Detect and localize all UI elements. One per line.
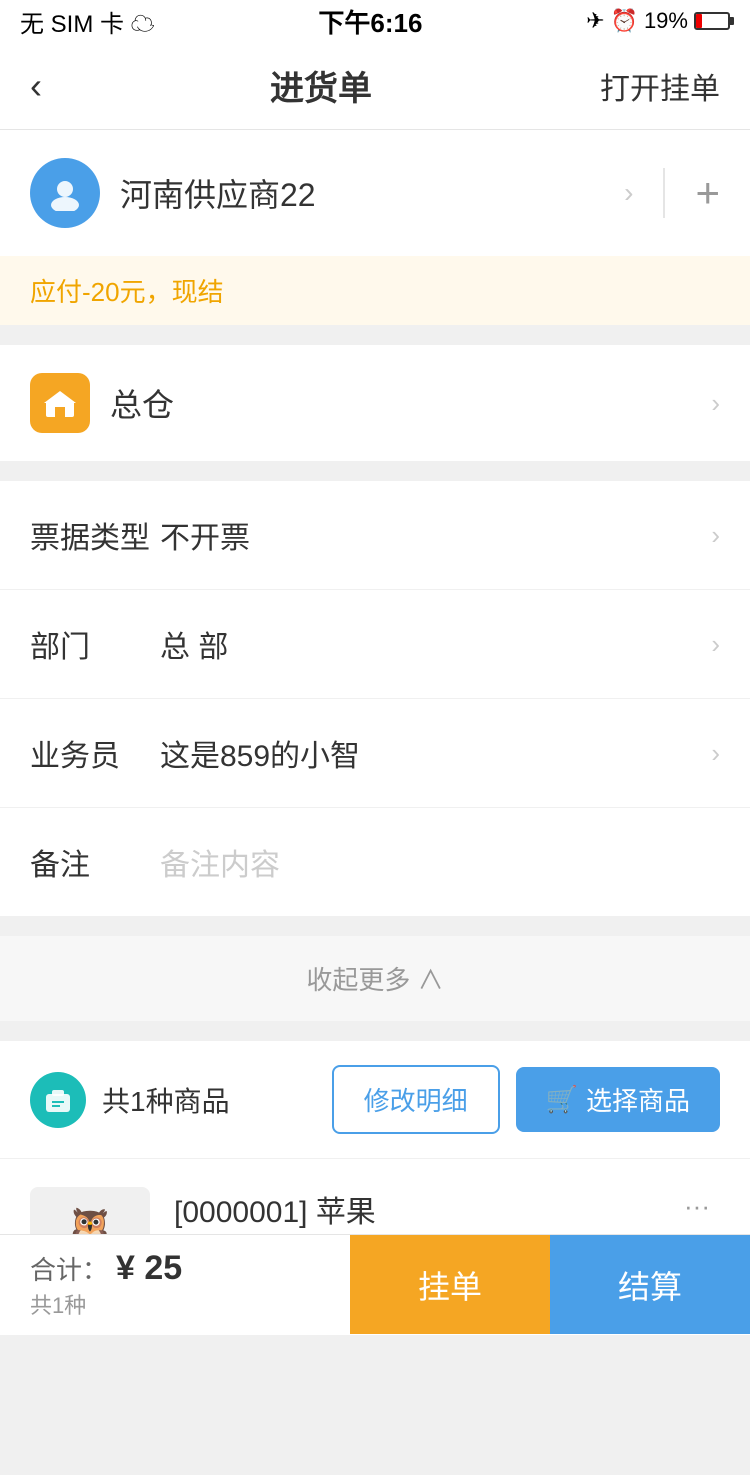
warehouse-row[interactable]: 总仓 › <box>0 345 750 461</box>
supplier-name: 河南供应商22 <box>120 170 624 216</box>
total-label: 合计： <box>30 1250 108 1287</box>
product-count-label: 共1种 <box>30 1288 350 1320</box>
warehouse-icon <box>30 373 90 433</box>
status-bar: 无 SIM 卡 ☁ 下午6:16 ✈ ⏰ 19% <box>0 0 750 42</box>
page-title: 进货单 <box>270 61 372 110</box>
warehouse-name: 总仓 <box>110 380 711 426</box>
total-section: 合计： ¥ 25 共1种 <box>0 1235 350 1334</box>
department-row[interactable]: 部门 总 部 › <box>0 590 750 699</box>
supplier-divider <box>663 168 665 218</box>
sales-label: 业务员 <box>30 731 160 775</box>
invoice-chevron-icon: › <box>711 520 720 551</box>
product-header: 共1种商品 修改明细 🛒 选择商品 <box>0 1041 750 1159</box>
bottom-bar: 合计： ¥ 25 共1种 挂单 结算 <box>0 1234 750 1334</box>
battery-icon <box>694 12 730 30</box>
product-more-button[interactable]: ··· <box>674 1187 720 1226</box>
select-product-label: 选择商品 <box>586 1081 690 1118</box>
supplier-chevron-icon: › <box>624 177 633 209</box>
checkout-button[interactable]: 结算 <box>550 1235 750 1334</box>
supplier-section: 河南供应商22 › + <box>0 130 750 256</box>
product-title: 苹果 <box>316 1196 376 1229</box>
department-chevron-icon: › <box>711 629 720 660</box>
invoice-value: 不开票 <box>160 513 711 557</box>
warehouse-chevron-icon: › <box>711 388 720 419</box>
sales-chevron-icon: › <box>711 738 720 769</box>
invoice-label: 票据类型 <box>30 513 160 557</box>
collapse-bar[interactable]: 收起更多 ∧ <box>0 936 750 1021</box>
location-icon: ✈ <box>586 8 604 34</box>
remark-label: 备注 <box>30 840 160 884</box>
total-amount: ¥ 25 <box>116 1249 182 1288</box>
battery-status: 19% <box>644 8 688 34</box>
open-suspend-button[interactable]: 打开挂单 <box>600 64 720 108</box>
sim-status: 无 SIM 卡 ☁ <box>20 4 155 39</box>
department-value: 总 部 <box>160 622 711 666</box>
product-icon <box>30 1072 86 1128</box>
notice-bar: 应付-20元，现结 <box>0 256 750 325</box>
remark-input[interactable]: 备注内容 <box>160 840 720 884</box>
nav-bar: ‹ 进货单 打开挂单 <box>0 42 750 130</box>
department-label: 部门 <box>30 622 160 666</box>
alarm-icon: ⏰ <box>611 8 638 34</box>
back-button[interactable]: ‹ <box>30 65 42 107</box>
status-time: 下午6:16 <box>318 3 422 40</box>
status-left: 无 SIM 卡 ☁ <box>20 4 155 39</box>
remark-row[interactable]: 备注 备注内容 <box>0 808 750 916</box>
sales-value: 这是859的小智 <box>160 731 711 775</box>
suspend-button[interactable]: 挂单 <box>350 1235 550 1334</box>
product-count: 共1种商品 <box>102 1080 332 1120</box>
supplier-avatar <box>30 158 100 228</box>
cart-icon: 🛒 <box>546 1084 578 1115</box>
product-code: [0000001] <box>174 1196 307 1229</box>
invoice-row[interactable]: 票据类型 不开票 › <box>0 481 750 590</box>
form-card: 票据类型 不开票 › 部门 总 部 › 业务员 这是859的小智 › 备注 备注… <box>0 481 750 916</box>
product-name: [0000001] 苹果 <box>174 1187 674 1231</box>
modify-detail-button[interactable]: 修改明细 <box>332 1065 500 1134</box>
add-button[interactable]: + <box>695 172 720 214</box>
select-product-button[interactable]: 🛒 选择商品 <box>516 1067 720 1132</box>
supplier-row[interactable]: 河南供应商22 › + <box>0 130 750 256</box>
sales-row[interactable]: 业务员 这是859的小智 › <box>0 699 750 808</box>
status-right: ✈ ⏰ 19% <box>586 8 730 34</box>
